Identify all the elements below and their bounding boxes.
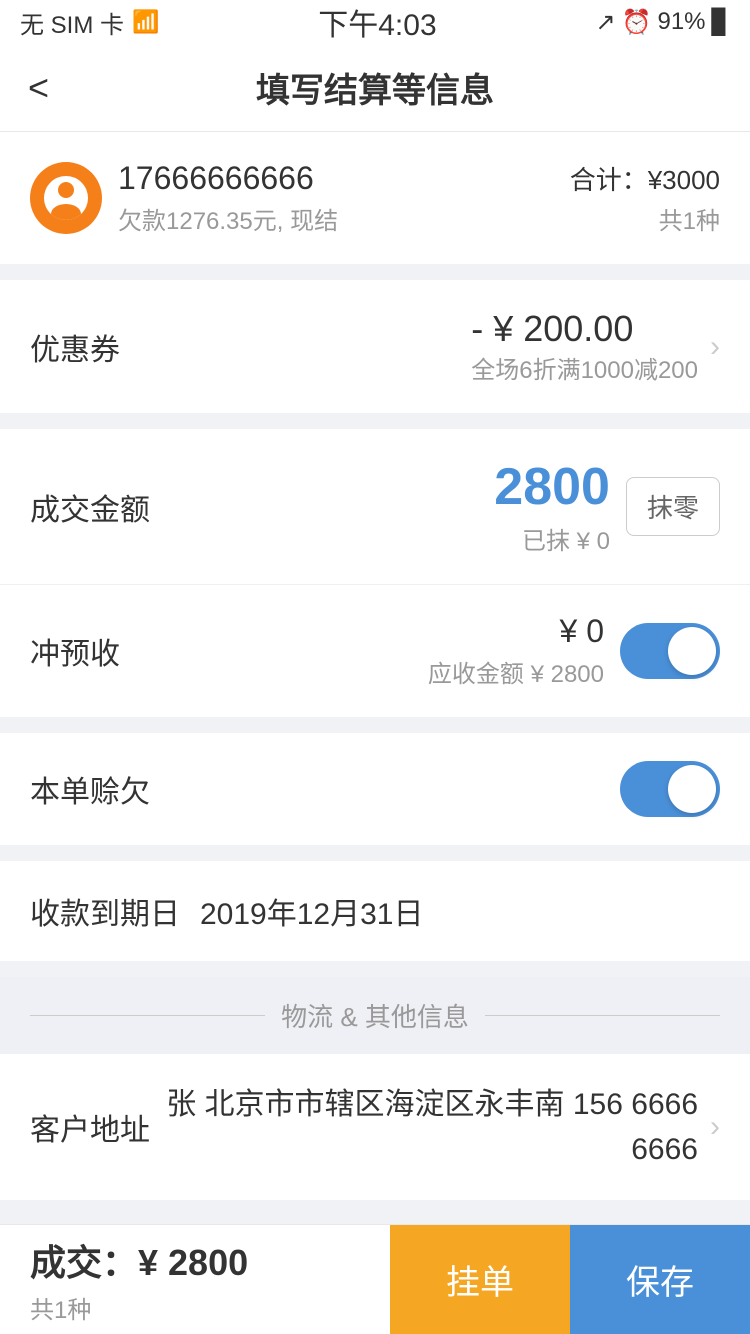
wifi-icon: 📶 [132,9,159,35]
deal-amount-label: 成交金额 [30,485,150,529]
customer-total: 合计：¥3000 共1种 [570,160,720,236]
nav-bar: < 填写结算等信息 [0,44,750,132]
bottom-deal-amount: ¥ 2800 [138,1242,248,1283]
address-text: 张 北京市市辖区海淀区永丰南 156 6666 6666 [150,1082,698,1172]
address-section[interactable]: 客户地址 张 北京市市辖区海淀区永丰南 156 6666 6666 › [0,1054,750,1200]
prepay-label: 冲预收 [30,629,120,673]
due-date-section: 收款到期日 2019年12月31日 [0,861,750,961]
prepay-amount: ¥ 0 [560,613,604,650]
total-count: 共1种 [570,201,720,236]
address-right: 张 北京市市辖区海淀区永丰南 156 6666 6666 › [150,1082,720,1172]
prepay-row: 冲预收 ¥ 0 应收金额 ¥ 2800 [0,585,750,717]
battery-icon: ▊ [712,8,730,37]
chevron-right-icon: › [710,330,720,364]
battery-text: 91% [657,8,705,36]
logistics-divider: 物流 & 其他信息 [0,977,750,1054]
coupon-discount: - ¥ 200.00 [471,308,698,350]
coupon-row[interactable]: 优惠券 - ¥ 200.00 全场6折满1000减200 › [0,280,750,413]
status-right: ↗ ⏰ 91% ▊ [595,8,730,37]
due-date-label: 收款到期日 [30,889,180,933]
customer-phone: 17666666666 [118,160,338,197]
due-date-value: 2019年12月31日 [200,889,423,933]
prepay-sub: 应收金额 ¥ 2800 [428,654,604,689]
deal-amount-row: 成交金额 2800 已抹 ¥ 0 抹零 [0,429,750,585]
deal-amount-value: 2800 [494,457,610,517]
coupon-desc: 全场6折满1000减200 [471,350,698,385]
customer-left: 17666666666 欠款1276.35元, 现结 [30,160,338,236]
save-button[interactable]: 保存 [570,1225,750,1334]
debt-toggle[interactable] [620,761,720,817]
address-label: 客户地址 [30,1105,150,1149]
customer-debt: 欠款1276.35元, 现结 [118,201,338,236]
status-left: 无 SIM 卡 📶 [20,5,159,40]
avatar-icon [44,176,88,220]
customer-info: 17666666666 欠款1276.35元, 现结 [118,160,338,236]
debt-toggle-knob [668,765,716,813]
coupon-label: 优惠券 [30,325,120,369]
debt-section: 本单赊欠 [0,733,750,845]
avatar [30,162,102,234]
bottom-bar: 成交：¥ 2800 共1种 挂单 保存 [0,1224,750,1334]
toggle-knob [668,627,716,675]
status-time: 下午4:03 [318,0,436,44]
deal-amount-sub: 已抹 ¥ 0 [494,521,610,556]
status-bar: 无 SIM 卡 📶 下午4:03 ↗ ⏰ 91% ▊ [0,0,750,44]
wipe-zero-button[interactable]: 抹零 [626,477,720,536]
bottom-deal: 成交：¥ 2800 [30,1234,360,1286]
debt-label: 本单赊欠 [30,767,150,811]
divider-line-right [485,1015,720,1016]
prepay-toggle[interactable] [620,623,720,679]
bottom-info: 成交：¥ 2800 共1种 [0,1234,390,1325]
no-sim-text: 无 SIM 卡 [20,5,124,40]
location-icon: ↗ [595,8,615,37]
alarm-icon: ⏰ [622,8,652,37]
content: 17666666666 欠款1276.35元, 现结 合计：¥3000 共1种 … [0,132,750,1320]
page-title: 填写结算等信息 [256,63,494,112]
hold-button[interactable]: 挂单 [390,1225,570,1334]
back-button[interactable]: < [28,67,49,109]
deal-section: 成交金额 2800 已抹 ¥ 0 抹零 冲预收 ¥ 0 应收金额 ¥ 2800 [0,429,750,717]
prepay-right: ¥ 0 应收金额 ¥ 2800 [428,613,720,689]
bottom-count: 共1种 [30,1290,360,1325]
customer-card: 17666666666 欠款1276.35元, 现结 合计：¥3000 共1种 [0,132,750,264]
divider-line-left [30,1015,265,1016]
address-chevron-icon: › [710,1110,720,1144]
coupon-right: - ¥ 200.00 全场6折满1000减200 › [471,308,720,385]
deal-amount-right: 2800 已抹 ¥ 0 抹零 [494,457,720,556]
total-amount-label: 合计：¥3000 [570,160,720,197]
logistics-label: 物流 & 其他信息 [281,997,469,1034]
bottom-deal-label: 成交： [30,1242,138,1283]
